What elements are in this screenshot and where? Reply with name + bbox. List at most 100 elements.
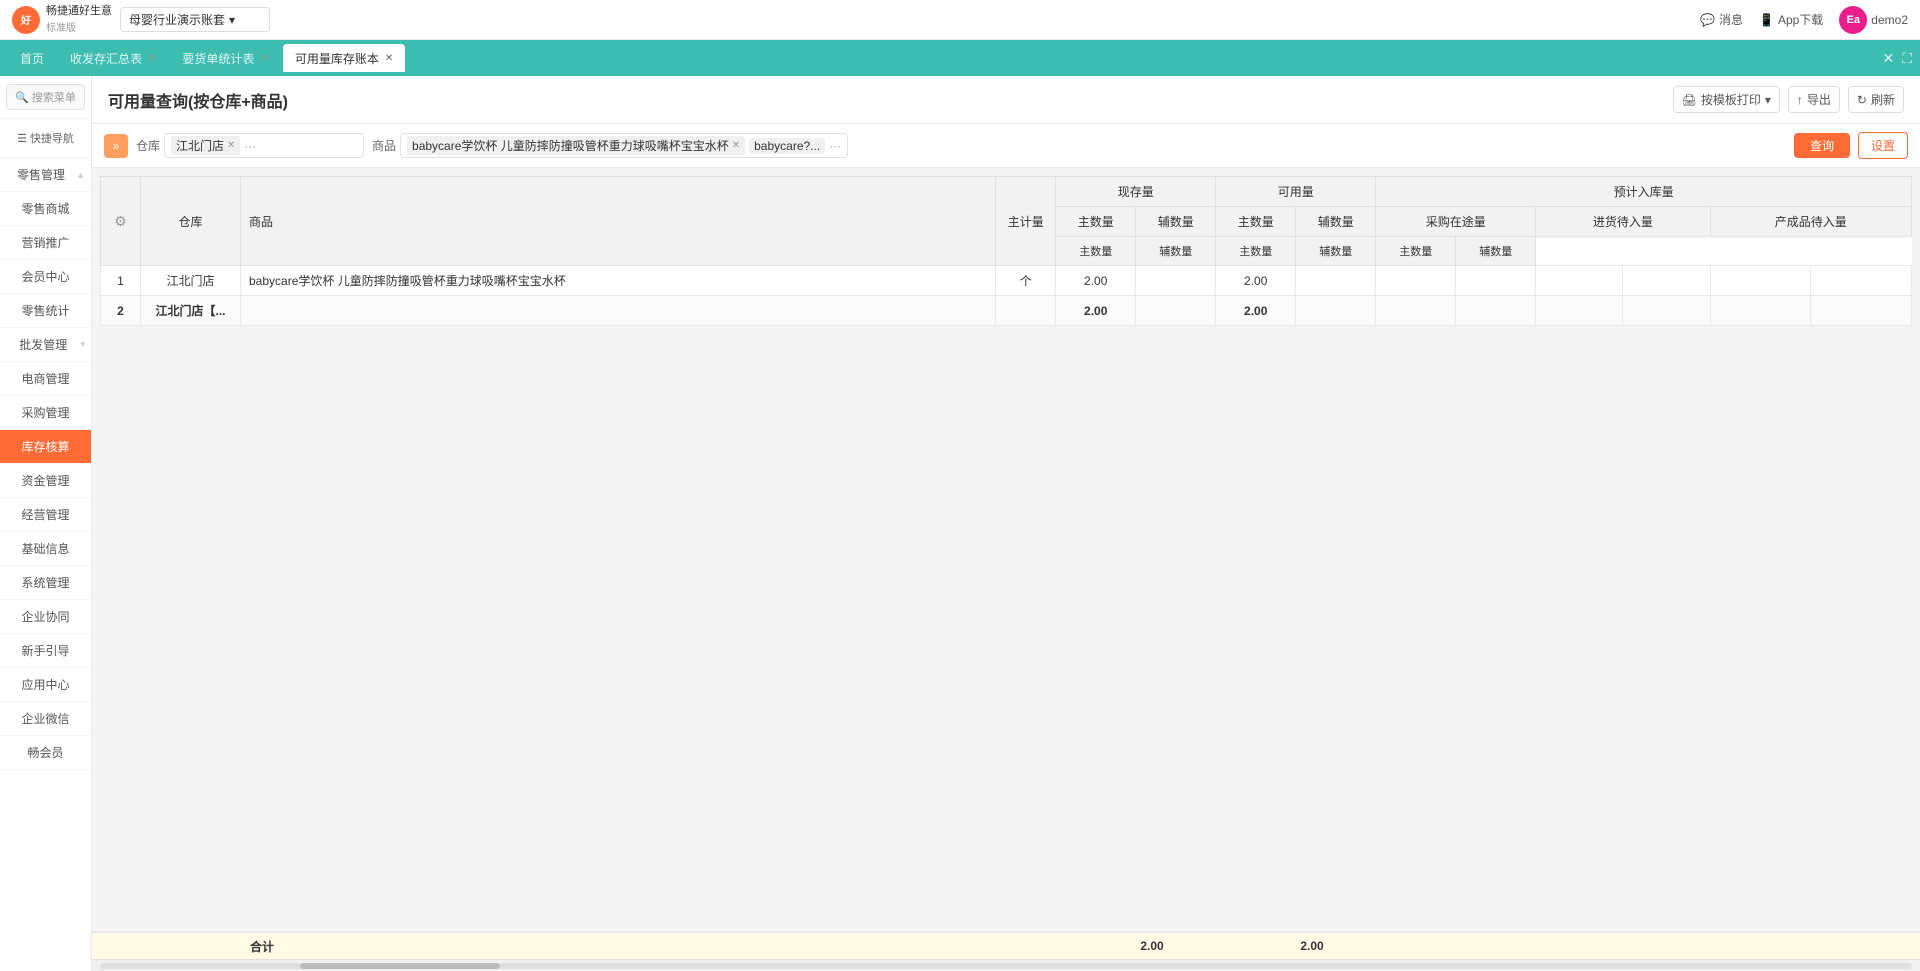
sidebar-item-app-center[interactable]: 应用中心 <box>0 668 91 702</box>
export-button[interactable]: ↑ 导出 <box>1788 86 1840 113</box>
sidebar-item-operations[interactable]: 经营管理 <box>0 498 91 532</box>
column-settings-icon[interactable]: ⚙ <box>114 213 127 229</box>
tab-orders[interactable]: 要货单统计表 ✕ <box>170 44 280 72</box>
product-label: 商品 <box>372 137 396 154</box>
query-button[interactable]: 查询 <box>1794 133 1850 158</box>
sidebar-nav-btn-area: ☰ 快捷导航 <box>0 119 91 158</box>
th-stock-aux: 辅数量 <box>1136 207 1216 237</box>
th-warehouse: 仓库 <box>141 177 241 266</box>
sidebar-item-enterprise-wx[interactable]: 企业微信 <box>0 702 91 736</box>
warehouse-more-dots[interactable]: ··· <box>244 139 256 153</box>
th-production-pending: 产成品待入量 <box>1710 207 1911 237</box>
product-tag-1: babycare学饮杯 儿童防摔防撞吸管杯重力球吸嘴杯宝宝水杯 ✕ <box>407 136 745 155</box>
app-download-button[interactable]: 📱 App下载 <box>1759 11 1823 28</box>
close-receipts-icon[interactable]: ✕ <box>148 53 156 64</box>
cell-warehouse: 江北门店 <box>141 266 241 296</box>
sidebar-item-purchase[interactable]: 采购管理 <box>0 396 91 430</box>
table-footer: 2.00 2.00 合计 <box>92 931 1920 959</box>
th-available: 可用量 <box>1216 177 1376 207</box>
sidebar-item-basic-info[interactable]: 基础信息 <box>0 532 91 566</box>
table-header-row-1: ⚙ 仓库 商品 主计量 现存量 可用量 预计入库量 <box>101 177 1912 207</box>
remove-warehouse-tag[interactable]: ✕ <box>227 140 235 151</box>
cell-subtotal-pur-transit-main <box>1376 296 1456 326</box>
search-menu-button[interactable]: 🔍 搜索菜单 <box>6 84 85 110</box>
cell-subtotal-stock-aux <box>1136 296 1216 326</box>
close-all-tabs-button[interactable]: ✕ <box>1882 50 1894 67</box>
th-pur-transit-main: 主数量 <box>1056 237 1136 266</box>
chevron-down-icon: ▾ <box>1765 93 1771 107</box>
sidebar-item-retail-mgmt[interactable]: 零售管理 ▲ <box>0 158 91 192</box>
sidebar-item-retail-mall[interactable]: 零售商城 <box>0 192 91 226</box>
tab-available-label: 可用量库存账本 <box>295 50 379 67</box>
sidebar-item-inventory[interactable]: 库存核算 <box>0 430 91 464</box>
maximize-button[interactable]: ⛶ <box>1902 50 1912 67</box>
message-button[interactable]: 💬 消息 <box>1700 11 1743 28</box>
refresh-button[interactable]: ↻ 刷新 <box>1848 86 1904 113</box>
cell-seq: 1 <box>101 266 141 296</box>
printer-icon: 🖨 <box>1682 93 1697 107</box>
close-available-icon[interactable]: ✕ <box>385 53 393 64</box>
industry-selector[interactable]: 母婴行业演示账套 ▾ <box>120 7 270 32</box>
sidebar-item-finance[interactable]: 资金管理 <box>0 464 91 498</box>
product-more-dots[interactable]: ··· <box>829 139 841 153</box>
table-row: 1 江北门店 babycare学饮杯 儿童防摔防撞吸管杯重力球吸嘴杯宝宝水杯 个… <box>101 266 1912 296</box>
logo-area: 好 畅捷通好生意 标准版 <box>12 5 112 33</box>
cell-subtotal-avail-aux <box>1296 296 1376 326</box>
tab-available[interactable]: 可用量库存账本 ✕ <box>283 44 405 72</box>
warehouse-label: 仓库 <box>136 137 160 154</box>
page-header: 可用量查询(按仓库+商品) 🖨 按模板打印 ▾ ↑ 导出 ↻ 刷新 <box>92 76 1920 124</box>
filter-expand-button[interactable]: » <box>104 134 128 158</box>
cell-stock-aux <box>1136 266 1216 296</box>
footer-stock-main: 2.00 <box>1112 939 1192 953</box>
main-layout: 🔍 搜索菜单 ☰ 快捷导航 零售管理 ▲ 零售商城 营销推广 会员中心 零售统计… <box>0 76 1920 971</box>
settings-button[interactable]: 设置 <box>1858 132 1908 159</box>
horizontal-scrollbar[interactable] <box>92 959 1920 971</box>
quick-nav-button[interactable]: ☰ 快捷导航 <box>6 125 85 151</box>
message-icon: 💬 <box>1700 13 1715 27</box>
cell-subtotal-prod-pending-aux <box>1811 296 1912 326</box>
table-row-subtotal: 2 江北门店【... 2.00 2.00 <box>101 296 1912 326</box>
th-settings: ⚙ <box>101 177 141 266</box>
th-prod-pending-main: 主数量 <box>1376 237 1456 266</box>
cell-pur-transit-aux <box>1456 266 1536 296</box>
cell-product: babycare学饮杯 儿童防摔防撞吸管杯重力球吸嘴杯宝宝水杯 <box>241 266 996 296</box>
sidebar-item-enterprise[interactable]: 企业协同 <box>0 600 91 634</box>
template-print-button[interactable]: 🖨 按模板打印 ▾ <box>1673 86 1780 113</box>
mobile-icon: 📱 <box>1759 13 1774 27</box>
sidebar-item-retail-stat[interactable]: 零售统计 <box>0 294 91 328</box>
chevron-down-icon: ▾ <box>229 13 235 27</box>
th-avail-aux: 辅数量 <box>1296 207 1376 237</box>
data-table: ⚙ 仓库 商品 主计量 现存量 可用量 预计入库量 主数量 辅数量 主数量 辅数… <box>100 176 1912 326</box>
filter-bar: » 仓库 江北门店 ✕ ··· 商品 babycare学饮杯 儿童防摔防撞吸管杯… <box>92 124 1920 168</box>
sidebar-item-wholesale-mgmt[interactable]: 批发管理 ▾ <box>0 328 91 362</box>
cell-pur-transit-main <box>1376 266 1456 296</box>
scroll-thumb[interactable] <box>300 963 500 969</box>
tab-receipts[interactable]: 收发存汇总表 ✕ <box>58 44 168 72</box>
close-orders-icon[interactable]: ✕ <box>260 53 268 64</box>
content-area: 可用量查询(按仓库+商品) 🖨 按模板打印 ▾ ↑ 导出 ↻ 刷新 <box>92 76 1920 971</box>
cell-avail-main: 2.00 <box>1216 266 1296 296</box>
tab-home-label: 首页 <box>20 50 44 67</box>
cell-subtotal-product <box>241 296 996 326</box>
warehouse-filter: 仓库 江北门店 ✕ ··· <box>136 133 364 158</box>
sidebar-item-marketing[interactable]: 营销推广 <box>0 226 91 260</box>
sidebar-item-system[interactable]: 系统管理 <box>0 566 91 600</box>
footer-avail-main: 2.00 <box>1272 939 1352 953</box>
product-input[interactable]: babycare学饮杯 儿童防摔防撞吸管杯重力球吸嘴杯宝宝水杯 ✕ babyca… <box>400 133 848 158</box>
sidebar-item-vip[interactable]: 畅会员 <box>0 736 91 770</box>
user-menu[interactable]: Ea demo2 <box>1839 6 1908 34</box>
sidebar-item-member[interactable]: 会员中心 <box>0 260 91 294</box>
top-bar-right: 💬 消息 📱 App下载 Ea demo2 <box>1700 6 1908 34</box>
sidebar-item-newbie[interactable]: 新手引导 <box>0 634 91 668</box>
th-prod-pending-aux: 辅数量 <box>1456 237 1536 266</box>
refresh-icon: ↻ <box>1857 93 1867 107</box>
page-actions: 🖨 按模板打印 ▾ ↑ 导出 ↻ 刷新 <box>1673 86 1904 113</box>
th-pur-pending-main: 主数量 <box>1216 237 1296 266</box>
warehouse-input[interactable]: 江北门店 ✕ ··· <box>164 133 364 158</box>
th-purchase-pending: 进货待入量 <box>1536 207 1710 237</box>
tab-home[interactable]: 首页 <box>8 44 56 72</box>
remove-product-tag-1[interactable]: ✕ <box>732 140 740 151</box>
sidebar-item-ecommerce[interactable]: 电商管理 <box>0 362 91 396</box>
th-product: 商品 <box>241 177 996 266</box>
tab-receipts-label: 收发存汇总表 <box>70 50 142 67</box>
